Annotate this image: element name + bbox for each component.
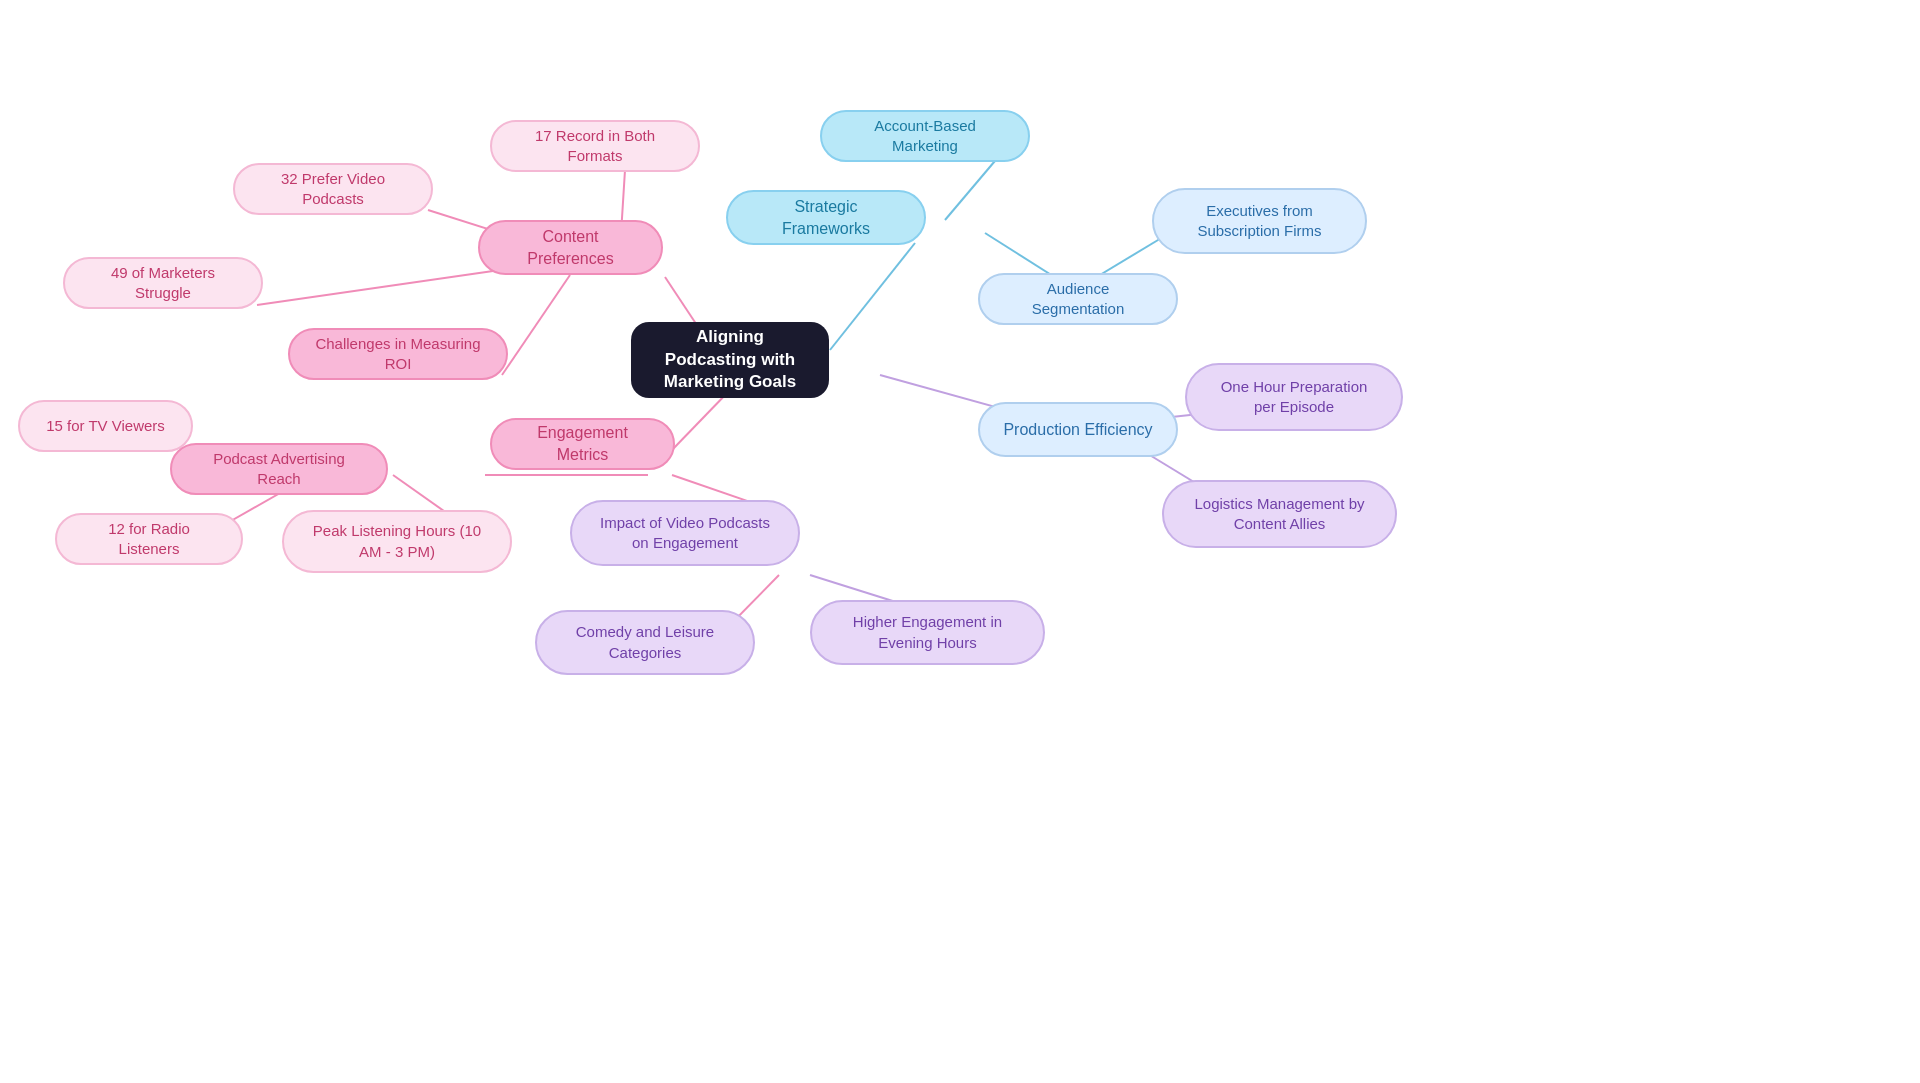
- challenges-roi-node[interactable]: Challenges in Measuring ROI: [288, 328, 508, 380]
- tv-viewers-node[interactable]: 15 for TV Viewers: [18, 400, 193, 452]
- comedy-leisure-node[interactable]: Comedy and Leisure Categories: [535, 610, 755, 675]
- logistics-mgmt-node[interactable]: Logistics Management by Content Allies: [1162, 480, 1397, 548]
- svg-line-13: [830, 243, 915, 350]
- strategic-frameworks-node[interactable]: Strategic Frameworks: [726, 190, 926, 245]
- radio-listeners-node[interactable]: 12 for Radio Listeners: [55, 513, 243, 565]
- engagement-metrics-node[interactable]: Engagement Metrics: [490, 418, 675, 470]
- svg-line-5: [672, 390, 730, 450]
- production-efficiency-node[interactable]: Production Efficiency: [978, 402, 1178, 457]
- svg-line-14: [945, 155, 1000, 220]
- peak-listening-node[interactable]: Peak Listening Hours (10 AM - 3 PM): [282, 510, 512, 573]
- higher-engagement-node[interactable]: Higher Engagement in Evening Hours: [810, 600, 1045, 665]
- podcast-advertising-reach-node[interactable]: Podcast Advertising Reach: [170, 443, 388, 495]
- record-both-formats-node[interactable]: 17 Record in Both Formats: [490, 120, 700, 172]
- impact-video-node[interactable]: Impact of Video Podcasts on Engagement: [570, 500, 800, 566]
- content-preferences-node[interactable]: Content Preferences: [478, 220, 663, 275]
- executives-subscription-node[interactable]: Executives from Subscription Firms: [1152, 188, 1367, 254]
- svg-line-4: [502, 275, 570, 375]
- center-node[interactable]: Aligning Podcasting with Marketing Goals: [631, 322, 829, 398]
- audience-segmentation-node[interactable]: Audience Segmentation: [978, 273, 1178, 325]
- account-based-marketing-node[interactable]: Account-Based Marketing: [820, 110, 1030, 162]
- one-hour-prep-node[interactable]: One Hour Preparation per Episode: [1185, 363, 1403, 431]
- svg-line-3: [257, 270, 500, 305]
- marketers-struggle-node[interactable]: 49 of Marketers Struggle: [63, 257, 263, 309]
- prefer-video-node[interactable]: 32 Prefer Video Podcasts: [233, 163, 433, 215]
